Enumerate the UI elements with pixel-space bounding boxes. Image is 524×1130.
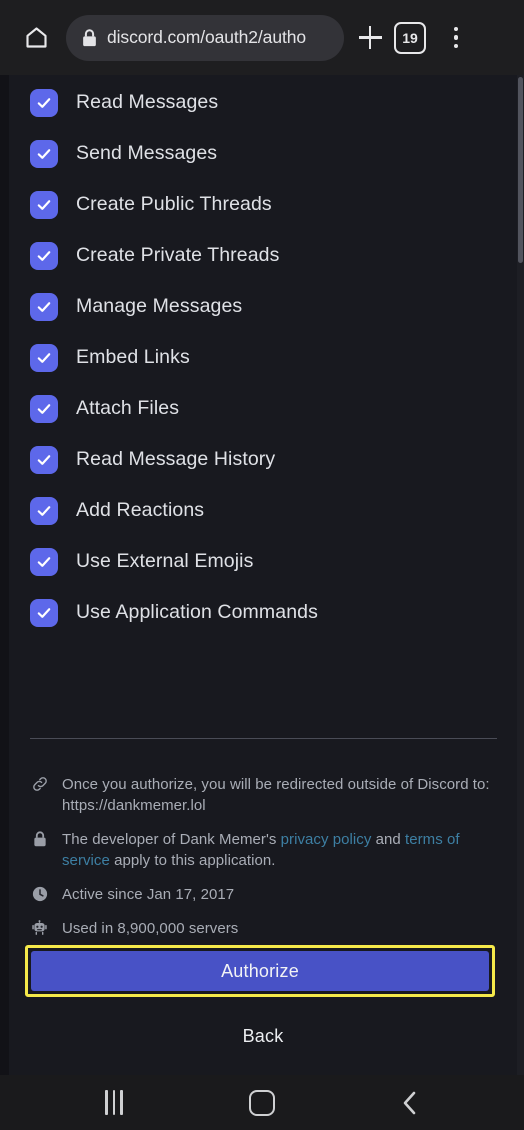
permission-checkbox[interactable] xyxy=(30,394,58,423)
permission-row[interactable]: Use External Emojis xyxy=(30,536,517,587)
android-navigation-bar xyxy=(0,1075,524,1130)
oauth-page: Read Messages Send Messages Create Public … xyxy=(0,75,524,1075)
info-row-servers: Used in 8,900,000 servers xyxy=(30,918,508,939)
privacy-policy-link[interactable]: privacy policy xyxy=(281,831,372,848)
permission-label: Add Reactions xyxy=(76,499,205,521)
permission-checkbox[interactable] xyxy=(30,343,58,372)
home-square-icon[interactable] xyxy=(227,1075,297,1130)
servers-text: Used in 8,900,000 servers xyxy=(62,920,239,937)
permission-label: Read Message History xyxy=(76,448,276,470)
active-since-text: Active since Jan 17, 2017 xyxy=(62,886,235,903)
permission-row[interactable]: Create Public Threads xyxy=(30,179,517,230)
back-button[interactable]: Back xyxy=(9,1018,517,1055)
permission-label: Create Public Threads xyxy=(76,193,272,215)
permission-label: Manage Messages xyxy=(76,295,243,317)
permission-checkbox[interactable] xyxy=(30,547,58,576)
left-gutter xyxy=(0,75,9,1075)
permission-label: Embed Links xyxy=(76,346,190,368)
back-chevron-icon[interactable] xyxy=(375,1075,445,1130)
permission-label: Send Messages xyxy=(76,142,218,164)
permission-row[interactable]: Read Messages xyxy=(30,77,517,128)
permission-checkbox[interactable] xyxy=(30,292,58,321)
permission-row[interactable]: Manage Messages xyxy=(30,281,517,332)
permission-row[interactable]: Embed Links xyxy=(30,332,517,383)
url-text: discord.com/oauth2/autho xyxy=(107,27,306,47)
policy-middle: and xyxy=(371,831,405,848)
page-content: Read Messages Send Messages Create Public … xyxy=(9,75,517,1075)
authorize-highlight-box: Authorize xyxy=(25,945,495,997)
permission-checkbox[interactable] xyxy=(30,88,58,117)
page-scrollbar[interactable] xyxy=(517,75,524,1075)
policy-prefix: The developer of Dank Memer's xyxy=(62,831,281,848)
permission-label: Read Messages xyxy=(76,91,219,113)
permission-checkbox[interactable] xyxy=(30,598,58,627)
permission-row[interactable]: Attach Files xyxy=(30,383,517,434)
bot-icon xyxy=(30,918,49,936)
permission-row[interactable]: Create Private Threads xyxy=(30,230,517,281)
authorize-button[interactable]: Authorize xyxy=(31,951,489,991)
permission-row[interactable]: Use Application Commands xyxy=(30,587,517,638)
permissions-list: Read Messages Send Messages Create Public … xyxy=(9,77,517,638)
phone-screen: discord.com/oauth2/autho 19 Read Message… xyxy=(0,0,524,1130)
info-row-active-since: Active since Jan 17, 2017 xyxy=(30,884,508,905)
permission-checkbox[interactable] xyxy=(30,496,58,525)
permission-row[interactable]: Add Reactions xyxy=(30,485,517,536)
lock-icon xyxy=(30,829,49,847)
overflow-menu-icon[interactable] xyxy=(440,18,472,58)
permission-label: Use Application Commands xyxy=(76,601,318,623)
info-row-redirect: Once you authorize, you will be redirect… xyxy=(30,774,508,816)
home-icon[interactable] xyxy=(14,16,58,60)
permission-label: Attach Files xyxy=(76,397,180,419)
recents-icon[interactable] xyxy=(79,1075,149,1130)
url-bar[interactable]: discord.com/oauth2/autho xyxy=(66,14,344,61)
permission-checkbox[interactable] xyxy=(30,445,58,474)
link-icon xyxy=(30,774,49,792)
policy-suffix: apply to this application. xyxy=(109,852,276,869)
scrollbar-thumb[interactable] xyxy=(518,77,523,263)
permission-row[interactable]: Send Messages xyxy=(30,128,517,179)
tab-count-label: 19 xyxy=(402,29,418,46)
permission-label: Create Private Threads xyxy=(76,244,280,266)
permission-checkbox[interactable] xyxy=(30,190,58,219)
permission-label: Use External Emojis xyxy=(76,550,254,572)
permission-checkbox[interactable] xyxy=(30,241,58,270)
info-row-policy: The developer of Dank Memer's privacy po… xyxy=(30,829,508,871)
permission-row[interactable]: Read Message History xyxy=(30,434,517,485)
lock-icon xyxy=(82,28,97,47)
new-tab-button[interactable] xyxy=(344,16,384,60)
browser-toolbar: discord.com/oauth2/autho 19 xyxy=(0,0,524,75)
policy-text: The developer of Dank Memer's privacy po… xyxy=(62,829,508,871)
clock-icon xyxy=(30,884,49,902)
tab-counter-button[interactable]: 19 xyxy=(394,21,426,54)
redirect-text: Once you authorize, you will be redirect… xyxy=(62,776,490,814)
section-divider xyxy=(30,738,497,739)
permission-checkbox[interactable] xyxy=(30,139,58,168)
